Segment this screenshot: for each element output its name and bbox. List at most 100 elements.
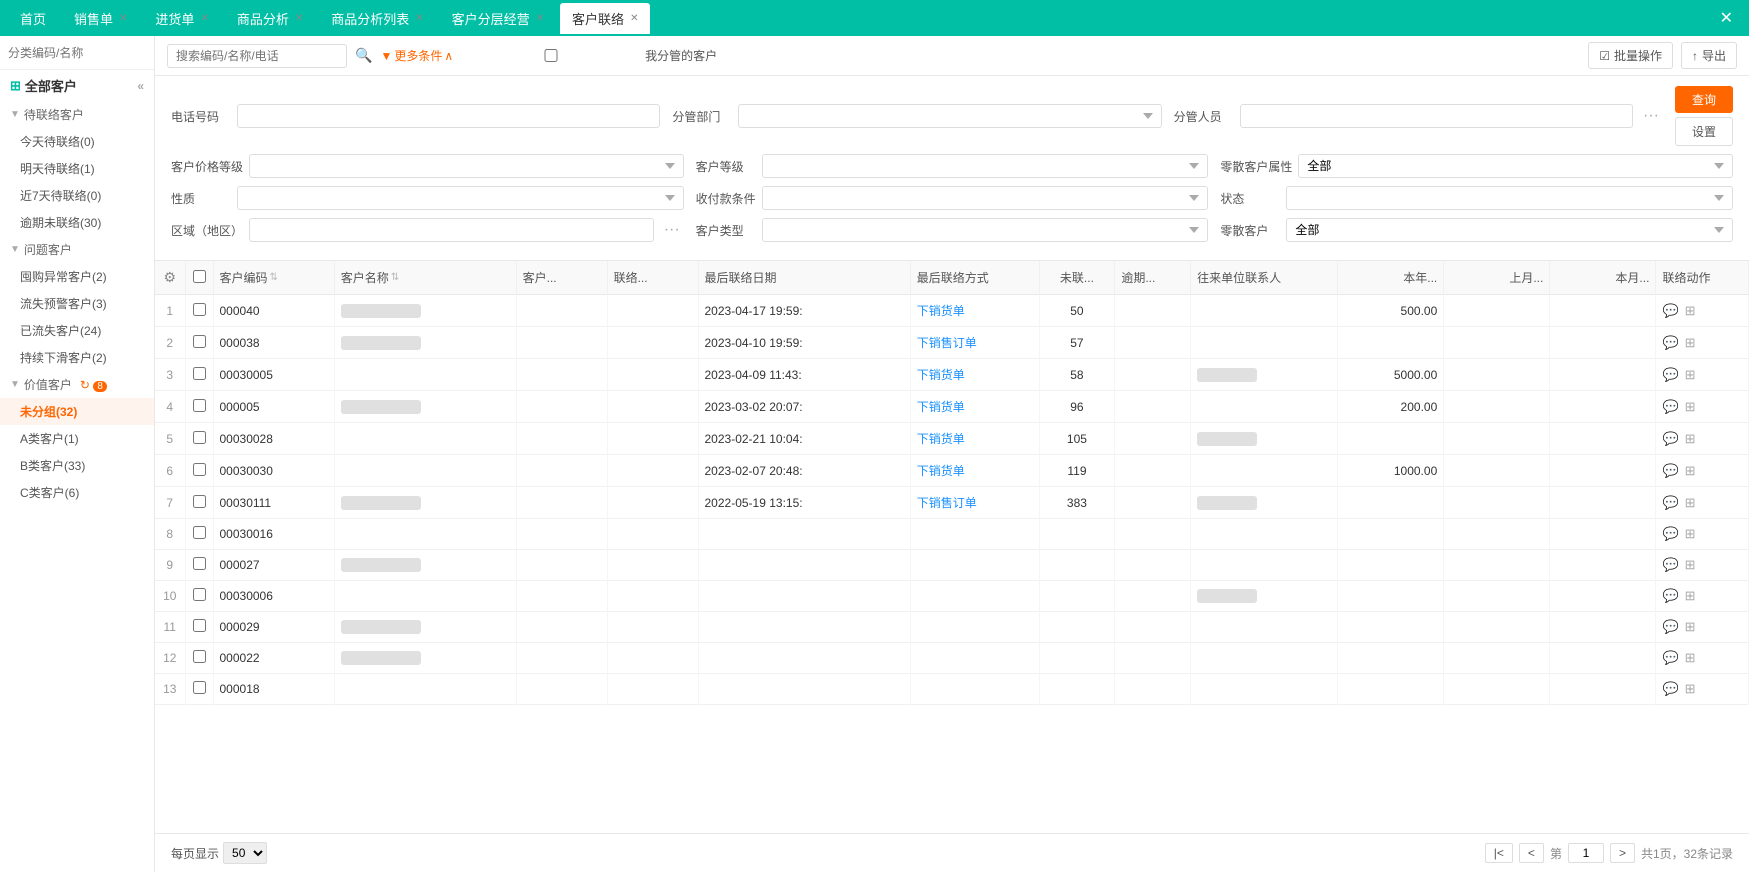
settings-gear-icon[interactable]: ⚙ [163, 269, 176, 285]
export-button[interactable]: ↑ 导出 [1681, 42, 1737, 69]
sidebar-item-hoarding-abnormal[interactable]: 囤购异常客户(2) [0, 263, 154, 290]
row-checkbox[interactable] [193, 367, 206, 380]
col-header-last-date[interactable]: 最后联络日期 [698, 261, 910, 295]
chat-icon[interactable]: 💬 [1662, 619, 1678, 635]
row-checkbox[interactable] [193, 303, 206, 316]
col-header-this-month[interactable]: 本月... [1550, 261, 1656, 295]
row-last-method[interactable]: 下销货单 [910, 391, 1039, 423]
sidebar-item-ungrouped[interactable]: 未分组(32) [0, 398, 154, 425]
row-last-method[interactable] [910, 643, 1039, 674]
row-last-method[interactable]: 下销货单 [910, 423, 1039, 455]
nav-tab-purchase[interactable]: 进货单 ✕ [143, 3, 220, 34]
col-header-person[interactable]: 往来单位联系人 [1191, 261, 1338, 295]
sidebar-item-c-class[interactable]: C类客户(6) [0, 479, 154, 506]
sidebar-item-today-pending[interactable]: 今天待联络(0) [0, 128, 154, 155]
grid-action-icon[interactable]: ⊞ [1685, 335, 1696, 351]
chat-icon[interactable]: 💬 [1662, 526, 1678, 542]
col-header-settings[interactable]: ⚙ [155, 261, 185, 295]
row-last-method[interactable] [910, 612, 1039, 643]
grid-action-icon[interactable]: ⊞ [1685, 431, 1696, 447]
col-header-year-amount[interactable]: 本年... [1338, 261, 1444, 295]
row-last-method[interactable] [910, 550, 1039, 581]
region-more-btn[interactable]: ··· [660, 221, 684, 239]
close-product-list-tab[interactable]: ✕ [415, 13, 423, 24]
row-checkbox[interactable] [193, 557, 206, 570]
row-last-method[interactable] [910, 519, 1039, 550]
search-input[interactable] [167, 44, 347, 68]
my-customers-checkbox[interactable] [461, 49, 641, 62]
retail-attr-select[interactable]: 全部 [1298, 154, 1733, 178]
nav-tab-product-analysis[interactable]: 商品分析 ✕ [225, 3, 315, 34]
batch-ops-button[interactable]: ☑ 批量操作 [1588, 42, 1673, 69]
row-last-method[interactable]: 下销售订单 [910, 327, 1039, 359]
col-header-contact[interactable]: 联络... [607, 261, 698, 295]
grid-action-icon[interactable]: ⊞ [1685, 526, 1696, 542]
row-checkbox[interactable] [193, 335, 206, 348]
select-all-checkbox[interactable] [193, 270, 206, 283]
grid-action-icon[interactable]: ⊞ [1685, 495, 1696, 511]
all-customers-header[interactable]: ⊞ 全部客户 « [0, 70, 154, 101]
col-header-last-month[interactable]: 上月... [1444, 261, 1550, 295]
close-customer-contact-tab[interactable]: ✕ [630, 13, 638, 24]
row-checkbox[interactable] [193, 619, 206, 632]
price-level-select[interactable] [249, 154, 684, 178]
nav-tab-customer-mgmt[interactable]: 客户分层经营 ✕ [440, 3, 556, 34]
first-page-btn[interactable]: |< [1485, 843, 1513, 863]
phone-input[interactable] [237, 104, 660, 128]
chat-icon[interactable]: 💬 [1662, 463, 1678, 479]
row-checkbox[interactable] [193, 650, 206, 663]
nav-tab-sales[interactable]: 销售单 ✕ [62, 3, 139, 34]
customer-level-select[interactable] [762, 154, 1209, 178]
my-customers-checkbox-label[interactable]: 我分管的客户 [461, 47, 717, 64]
group-problem-customers[interactable]: ▼ 问题客户 [0, 236, 154, 263]
col-header-overdue[interactable]: 逾期... [1115, 261, 1191, 295]
status-select[interactable] [1286, 186, 1733, 210]
chat-icon[interactable]: 💬 [1662, 650, 1678, 666]
chat-icon[interactable]: 💬 [1662, 431, 1678, 447]
reset-button[interactable]: 设置 [1675, 117, 1733, 146]
row-last-method[interactable] [910, 674, 1039, 705]
col-header-type[interactable]: 客户... [516, 261, 607, 295]
chat-icon[interactable]: 💬 [1662, 367, 1678, 383]
chat-icon[interactable]: 💬 [1662, 557, 1678, 573]
grid-action-icon[interactable]: ⊞ [1685, 557, 1696, 573]
row-last-method[interactable]: 下销货单 [910, 455, 1039, 487]
chat-icon[interactable]: 💬 [1662, 588, 1678, 604]
sidebar-item-tomorrow-pending[interactable]: 明天待联络(1) [0, 155, 154, 182]
dept-select[interactable] [738, 104, 1161, 128]
row-checkbox[interactable] [193, 526, 206, 539]
grid-action-icon[interactable]: ⊞ [1685, 303, 1696, 319]
grid-action-icon[interactable]: ⊞ [1685, 399, 1696, 415]
grid-action-icon[interactable]: ⊞ [1685, 619, 1696, 635]
page-size-select[interactable]: 50 [223, 842, 267, 864]
search-button-icon[interactable]: 🔍 [355, 47, 372, 64]
close-customer-mgmt-tab[interactable]: ✕ [536, 13, 544, 24]
refresh-icon[interactable]: ↻ [80, 378, 90, 392]
sidebar-item-overdue-pending[interactable]: 逾期未联络(30) [0, 209, 154, 236]
chat-icon[interactable]: 💬 [1662, 681, 1678, 697]
person-more-btn[interactable]: ··· [1639, 107, 1663, 125]
col-header-uncontact[interactable]: 未联... [1039, 261, 1115, 295]
page-number-input[interactable] [1568, 843, 1604, 863]
prev-page-btn[interactable]: < [1519, 843, 1544, 863]
col-header-name[interactable]: 客户名称 ⇅ [334, 261, 516, 295]
collapse-sidebar-btn[interactable]: « [137, 79, 144, 93]
row-last-method[interactable] [910, 581, 1039, 612]
chat-icon[interactable]: 💬 [1662, 399, 1678, 415]
region-input[interactable] [249, 218, 654, 242]
grid-action-icon[interactable]: ⊞ [1685, 367, 1696, 383]
more-conditions-btn[interactable]: ▼ 更多条件 ∧ [380, 47, 453, 64]
next-page-btn[interactable]: > [1610, 843, 1635, 863]
customer-type-select[interactable] [762, 218, 1209, 242]
group-pending-contact[interactable]: ▼ 待联络客户 [0, 101, 154, 128]
row-last-method[interactable]: 下销售订单 [910, 487, 1039, 519]
close-product-analysis-tab[interactable]: ✕ [295, 13, 303, 24]
nature-select[interactable] [237, 186, 684, 210]
nav-tab-product-list[interactable]: 商品分析列表 ✕ [319, 3, 435, 34]
row-last-method[interactable]: 下销货单 [910, 295, 1039, 327]
close-purchase-tab[interactable]: ✕ [200, 13, 208, 24]
row-checkbox[interactable] [193, 431, 206, 444]
sidebar-item-a-class[interactable]: A类客户(1) [0, 425, 154, 452]
sidebar-search-input[interactable] [8, 46, 155, 60]
close-all-tabs[interactable]: ✕ [1712, 8, 1741, 28]
